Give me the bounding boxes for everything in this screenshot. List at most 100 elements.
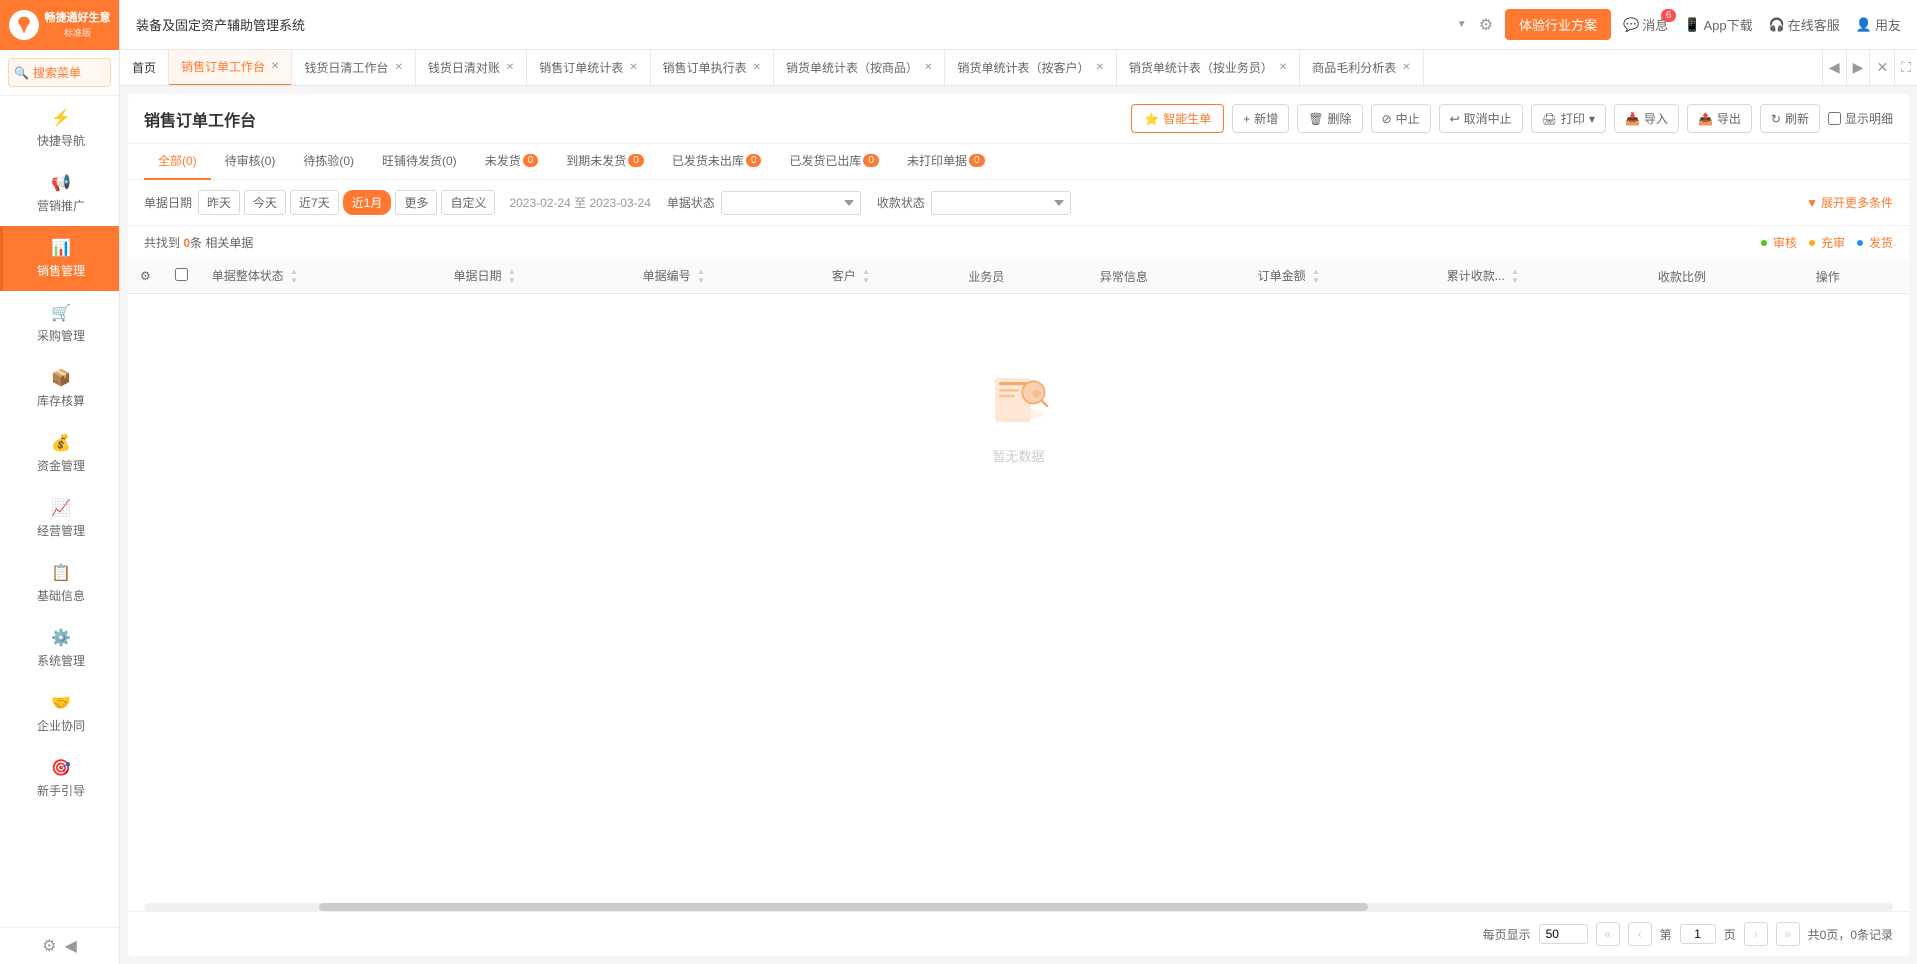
select-all-checkbox[interactable]	[175, 268, 188, 281]
batch-ship-label: 发货	[1869, 234, 1893, 251]
tab-sales-order[interactable]: 销售订单工作台 ✕	[169, 50, 292, 86]
payment-filter: 收款状态	[877, 191, 1071, 215]
delete-button[interactable]: 🗑 删除	[1297, 104, 1362, 133]
sub-tab-wangpu-ship[interactable]: 旺铺待发货(0)	[368, 144, 471, 180]
tab-close-all[interactable]: ✕	[1869, 50, 1894, 86]
sidebar-item-finance[interactable]: 💰 资金管理	[0, 421, 119, 486]
tab-sales-stat[interactable]: 销售订单统计表 ✕	[527, 50, 650, 86]
sidebar-item-guide[interactable]: 🎯 新手引导	[0, 746, 119, 811]
tab-sales-staff[interactable]: 销货单统计表（按业务员） ✕	[1117, 50, 1300, 86]
cancel-stop-button[interactable]: ↩ 取消中止	[1439, 104, 1523, 133]
sub-tab-pending-review[interactable]: 待审核(0)	[211, 144, 290, 180]
show-detail-checkbox[interactable]	[1828, 112, 1841, 125]
tab-sales-stat-close[interactable]: ✕	[629, 62, 637, 73]
date-btn-yesterday[interactable]: 昨天	[198, 190, 240, 215]
message-button[interactable]: 💬 消息 6	[1623, 15, 1668, 34]
page-first-button[interactable]: «	[1596, 922, 1620, 946]
tab-sales-customer-close[interactable]: ✕	[1095, 62, 1103, 73]
settings-bottom-icon[interactable]: ⚙	[42, 936, 56, 956]
new-button[interactable]: + 新增	[1232, 104, 1289, 133]
header-settings-icon[interactable]: ⚙	[1479, 15, 1493, 35]
print-button[interactable]: 🖨 打印 ▾	[1531, 104, 1606, 133]
refresh-button[interactable]: ↻ 刷新	[1760, 104, 1820, 133]
tab-cash-daily-close[interactable]: ✕	[394, 62, 402, 73]
sort-icon-number[interactable]: ▲▼	[697, 268, 705, 285]
collapse-sidebar-icon[interactable]: ◀	[65, 936, 77, 956]
date-btn-1month[interactable]: 近1月	[343, 190, 392, 215]
tab-sales-exec-close[interactable]: ✕	[753, 62, 761, 73]
search-menu-button[interactable]: 🔍 搜索菜单	[8, 58, 111, 87]
sidebar-item-sales[interactable]: 📊 销售管理	[0, 226, 119, 291]
page-size-select[interactable]: 20 50 100	[1539, 924, 1588, 944]
sidebar-item-basic-info[interactable]: 📋 基础信息	[0, 551, 119, 616]
horizontal-scrollbar[interactable]	[144, 903, 1893, 911]
sidebar-item-enterprise[interactable]: 🤝 企业协同	[0, 681, 119, 746]
payment-select[interactable]	[931, 191, 1071, 215]
batch-review-button[interactable]: 审核	[1761, 234, 1797, 251]
smart-generate-button[interactable]: ⭐ 智能生单	[1131, 104, 1224, 133]
date-btn-more[interactable]: 更多	[395, 190, 437, 215]
sidebar-item-inventory[interactable]: 📦 库存核算	[0, 356, 119, 421]
tab-cash-reconcile-close[interactable]: ✕	[506, 62, 514, 73]
page-number-input[interactable]	[1680, 924, 1716, 944]
online-service-button[interactable]: 🎧 在线客服	[1769, 15, 1840, 34]
page-last-button[interactable]: »	[1776, 922, 1800, 946]
tab-sales-exec[interactable]: 销售订单执行表 ✕	[651, 50, 774, 86]
page-size-label: 每页显示	[1483, 926, 1531, 943]
export-button[interactable]: 📤 导出	[1687, 104, 1752, 133]
sub-tab-shipped-not-out[interactable]: 已发货未出库 0	[658, 144, 776, 180]
sub-tab-not-ship[interactable]: 未发货 0	[471, 144, 553, 180]
import-button[interactable]: 📥 导入	[1614, 104, 1679, 133]
tab-sales-order-close[interactable]: ✕	[271, 61, 279, 72]
sort-icon-customer[interactable]: ▲▼	[862, 268, 870, 285]
trial-button[interactable]: 体验行业方案	[1505, 9, 1611, 40]
pagination: 每页显示 20 50 100 « ‹ 第 页 › » 共0页，0条记录	[128, 911, 1909, 956]
show-detail-checkbox-label[interactable]: 显示明细	[1828, 110, 1893, 127]
sales-icon: 📊	[51, 238, 71, 258]
sub-tab-shipped-out[interactable]: 已发货已出库 0	[775, 144, 893, 180]
sidebar: 畅捷通好生意 标准版 🔍 搜索菜单 ⚡ 快捷导航 📢 营销推广 📊 销售管理 🛒…	[0, 0, 120, 964]
th-checkbox[interactable]	[163, 259, 200, 294]
tab-gross-margin-close[interactable]: ✕	[1402, 62, 1410, 73]
tab-scroll-left[interactable]: ◀	[1822, 50, 1846, 86]
page-next-button[interactable]: ›	[1744, 922, 1768, 946]
status-select[interactable]	[721, 191, 861, 215]
tab-home[interactable]: 首页	[120, 50, 169, 86]
th-settings[interactable]: ⚙	[128, 259, 163, 294]
print-caret: ▾	[1589, 112, 1595, 126]
sort-icon-amount[interactable]: ▲▼	[1312, 268, 1320, 285]
tab-scroll-right[interactable]: ▶	[1846, 50, 1870, 86]
date-btn-custom[interactable]: 自定义	[441, 190, 495, 215]
sub-tab-overdue-ship[interactable]: 到期未发货 0	[552, 144, 658, 180]
sidebar-item-marketing[interactable]: 📢 营销推广	[0, 161, 119, 226]
sort-icon-status[interactable]: ▲▼	[290, 268, 298, 285]
batch-ship-button[interactable]: 发货	[1857, 234, 1893, 251]
page-prev-button[interactable]: ‹	[1628, 922, 1652, 946]
user-button[interactable]: 👤 用友	[1856, 15, 1901, 34]
stop-button[interactable]: ⊘ 中止	[1371, 104, 1431, 133]
sidebar-item-system[interactable]: ⚙️ 系统管理	[0, 616, 119, 681]
app-download-button[interactable]: 📱 App下载	[1684, 15, 1752, 34]
sort-icon-collected[interactable]: ▲▼	[1511, 268, 1519, 285]
sub-tab-not-printed[interactable]: 未打印单据 0	[893, 144, 999, 180]
tab-sales-customer[interactable]: 销货单统计表（按客户） ✕	[945, 50, 1116, 86]
tab-gross-margin[interactable]: 商品毛利分析表 ✕	[1300, 50, 1423, 86]
sort-icon-date[interactable]: ▲▼	[508, 268, 516, 285]
tab-sales-product[interactable]: 销货单统计表（按商品） ✕	[774, 50, 945, 86]
date-btn-7days[interactable]: 近7天	[290, 190, 339, 215]
sidebar-item-purchase[interactable]: 🛒 采购管理	[0, 291, 119, 356]
sidebar-item-quick-nav[interactable]: ⚡ 快捷导航	[0, 96, 119, 161]
sidebar-item-operations[interactable]: 📈 经营管理	[0, 486, 119, 551]
sub-tab-pending-inspect[interactable]: 待拣验(0)	[289, 144, 368, 180]
expand-filter-button[interactable]: ▼ 展开更多条件	[1806, 194, 1893, 211]
tab-cash-reconcile[interactable]: 钱货日清对账 ✕	[416, 50, 527, 86]
tab-maximize[interactable]: ⛶	[1894, 50, 1917, 86]
tab-sales-product-close[interactable]: ✕	[924, 62, 932, 73]
tab-cash-daily[interactable]: 钱货日清工作台 ✕	[292, 50, 415, 86]
batch-cancel-review-button[interactable]: 充审	[1809, 234, 1845, 251]
scrollbar-thumb[interactable]	[319, 903, 1368, 911]
tab-sales-staff-close[interactable]: ✕	[1279, 62, 1287, 73]
sub-tab-all[interactable]: 全部(0)	[144, 144, 211, 180]
date-btn-today[interactable]: 今天	[244, 190, 286, 215]
system-title-caret[interactable]: ▼	[1457, 19, 1467, 30]
